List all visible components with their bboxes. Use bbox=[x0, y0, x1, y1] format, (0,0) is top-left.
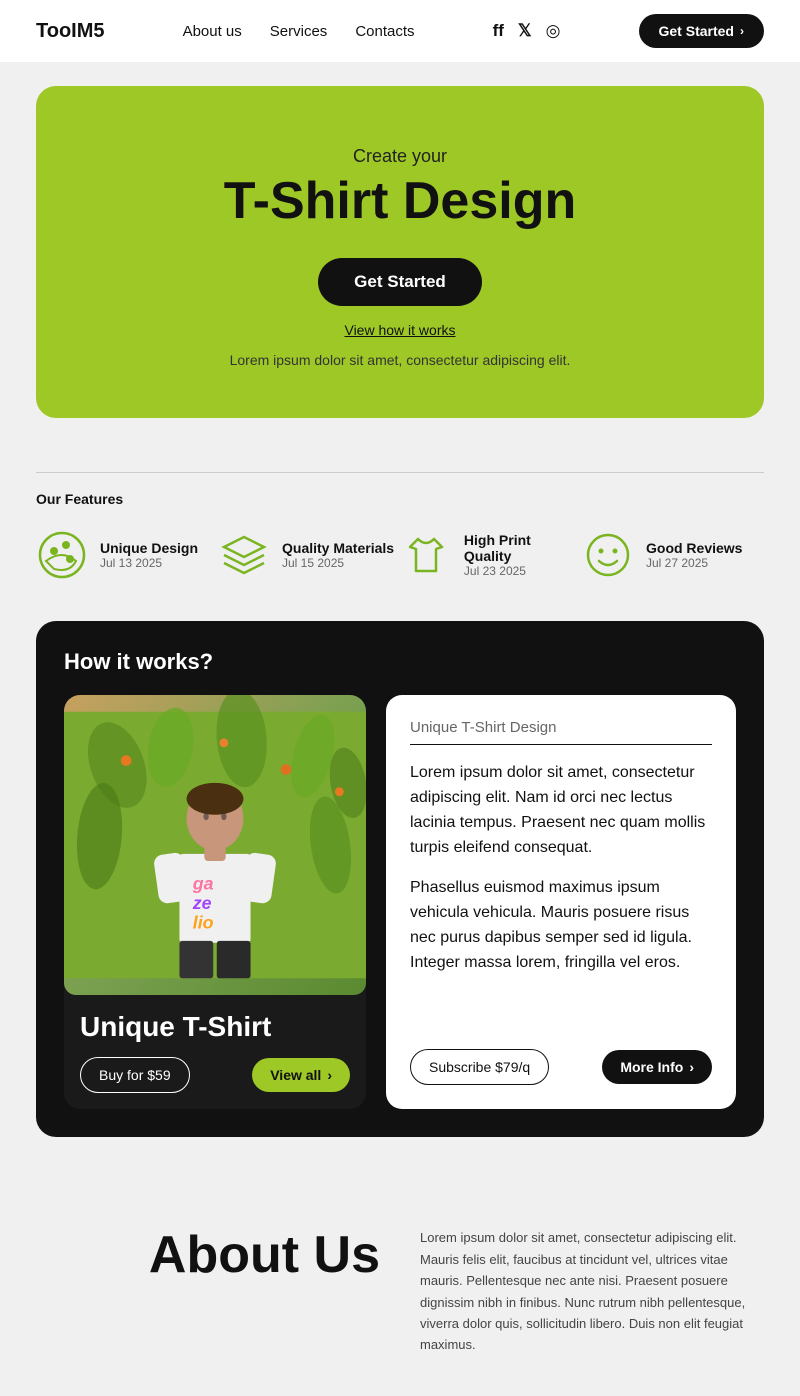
product-image: ga ze lio bbox=[64, 695, 366, 995]
info-para-2: Phasellus euismod maximus ipsum vehicula… bbox=[410, 876, 712, 975]
about-text: Lorem ipsum dolor sit amet, consectetur … bbox=[420, 1227, 764, 1356]
info-para-1: Lorem ipsum dolor sit amet, consectetur … bbox=[410, 761, 712, 860]
product-info: Unique T-Shirt Buy for $59 View all › bbox=[64, 995, 366, 1109]
view-arrow-icon: › bbox=[327, 1067, 332, 1083]
cta-arrow-icon: › bbox=[740, 24, 744, 38]
how-card: How it works? bbox=[36, 621, 764, 1137]
how-grid: ga ze lio bbox=[64, 695, 736, 1109]
features-divider bbox=[36, 472, 764, 473]
facebook-icon[interactable]: f bbox=[493, 21, 504, 41]
how-section: How it works? bbox=[0, 591, 800, 1167]
hero-view-link[interactable]: View how it works bbox=[344, 322, 455, 338]
about-section: About Us Lorem ipsum dolor sit amet, con… bbox=[0, 1167, 800, 1396]
hero-subtitle: Create your bbox=[353, 146, 447, 167]
info-actions: Subscribe $79/q More Info › bbox=[410, 1049, 712, 1085]
hero-title: T-Shirt Design bbox=[224, 173, 576, 230]
contacts-link[interactable]: Contacts bbox=[355, 23, 414, 40]
buy-button[interactable]: Buy for $59 bbox=[80, 1057, 190, 1093]
info-card-header: Unique T-Shirt Design bbox=[410, 719, 712, 761]
subscribe-button[interactable]: Subscribe $79/q bbox=[410, 1049, 549, 1085]
product-card: ga ze lio bbox=[64, 695, 366, 1109]
features-section-title: Our Features bbox=[36, 491, 764, 507]
svg-text:ze: ze bbox=[192, 893, 212, 913]
instagram-icon[interactable]: ◎ bbox=[546, 21, 561, 41]
view-all-button[interactable]: View all › bbox=[252, 1058, 350, 1092]
palette-icon bbox=[36, 529, 88, 581]
product-name: Unique T-Shirt bbox=[80, 1011, 350, 1043]
services-link[interactable]: Services bbox=[270, 23, 328, 40]
feature-unique-design: Unique Design Jul 13 2025 bbox=[36, 529, 218, 581]
feature-unique-design-text: Unique Design Jul 13 2025 bbox=[100, 540, 198, 570]
info-card: Unique T-Shirt Design Lorem ipsum dolor … bbox=[386, 695, 736, 1109]
about-us-link[interactable]: About us bbox=[183, 23, 242, 40]
feature-high-print-text: High Print Quality Jul 23 2025 bbox=[464, 532, 582, 578]
smiley-icon bbox=[582, 529, 634, 581]
hero-cta-button[interactable]: Get Started bbox=[318, 258, 482, 306]
info-body: Lorem ipsum dolor sit amet, consectetur … bbox=[410, 761, 712, 1029]
feature-good-reviews-text: Good Reviews Jul 27 2025 bbox=[646, 540, 742, 570]
feature-quality-materials: Quality Materials Jul 15 2025 bbox=[218, 529, 400, 581]
nav-cta-button[interactable]: Get Started › bbox=[639, 14, 764, 48]
layers-icon bbox=[218, 529, 270, 581]
feature-good-reviews: Good Reviews Jul 27 2025 bbox=[582, 529, 764, 581]
hero-section: Create your T-Shirt Design Get Started V… bbox=[36, 86, 764, 418]
navbar: TooIM5 About us Services Contacts f 𝕏 ◎ … bbox=[0, 0, 800, 62]
nav-social: f 𝕏 ◎ bbox=[493, 21, 561, 41]
info-card-title: Unique T-Shirt Design bbox=[410, 719, 712, 736]
nav-links: About us Services Contacts bbox=[183, 23, 415, 40]
more-arrow-icon: › bbox=[689, 1059, 694, 1075]
features-section: Our Features Unique Design Jul 13 2025 bbox=[0, 442, 800, 591]
logo: TooIM5 bbox=[36, 20, 105, 43]
svg-text:lio: lio bbox=[193, 913, 214, 933]
product-actions: Buy for $59 View all › bbox=[80, 1057, 350, 1093]
feature-quality-materials-text: Quality Materials Jul 15 2025 bbox=[282, 540, 394, 570]
tshirt-icon bbox=[400, 529, 452, 581]
info-card-divider bbox=[410, 744, 712, 745]
how-title: How it works? bbox=[64, 649, 736, 675]
hero-description: Lorem ipsum dolor sit amet, consectetur … bbox=[230, 352, 571, 368]
about-title: About Us bbox=[36, 1227, 380, 1284]
svg-text:ga: ga bbox=[192, 874, 214, 894]
twitter-icon[interactable]: 𝕏 bbox=[518, 21, 532, 41]
more-info-button[interactable]: More Info › bbox=[602, 1050, 712, 1084]
features-grid: Unique Design Jul 13 2025 Quality Materi… bbox=[36, 529, 764, 581]
feature-high-print: High Print Quality Jul 23 2025 bbox=[400, 529, 582, 581]
hero-wrapper: Create your T-Shirt Design Get Started V… bbox=[0, 62, 800, 442]
